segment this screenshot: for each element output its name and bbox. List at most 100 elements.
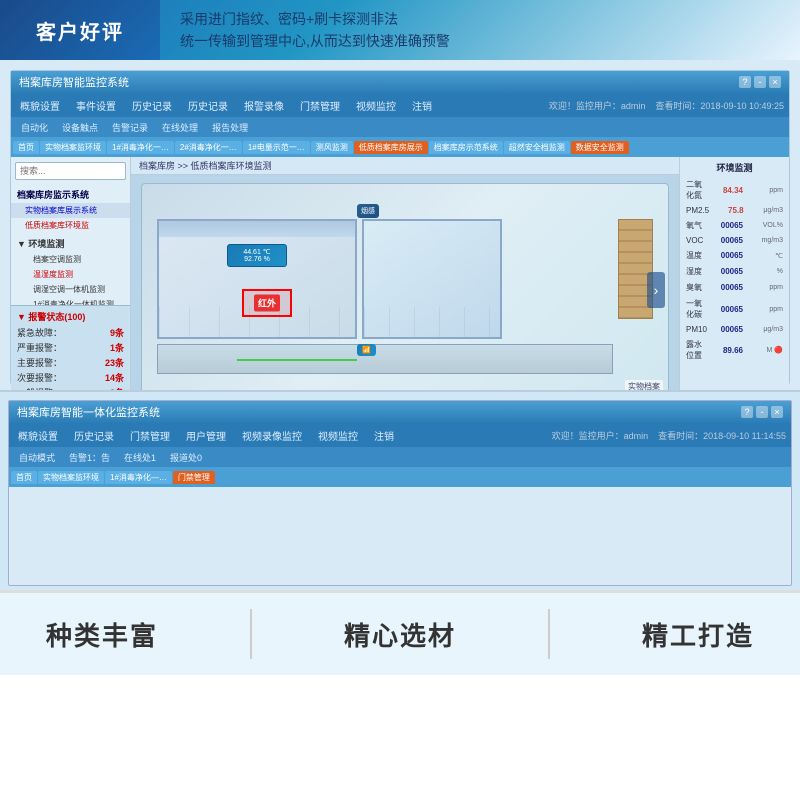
second-nav-online[interactable]: 在线处理 (157, 120, 203, 135)
tab-wind[interactable]: 测风监测 (311, 141, 353, 154)
main-content-1: 档案库房监示系统 实物档案库展示系统 低质档案库环境监 ▼ 环境监测 档案空调监… (11, 157, 789, 390)
close-button[interactable]: × (769, 76, 781, 88)
welcome-text: 欢迎！监控用户：admin (549, 101, 646, 111)
tab-archive-demo[interactable]: 档案库房示范系统 (429, 141, 503, 154)
second-nav-report[interactable]: 报告处理 (207, 120, 253, 135)
tree-item-purify1[interactable]: 1#消毒净化一体机监测 (11, 297, 130, 305)
sensor-temp[interactable]: 44.61 ℃ 92.76 % (227, 244, 287, 267)
nav-item-event[interactable]: 事件设置 (72, 98, 120, 113)
tree-item-archive-system[interactable]: 档案库房监示系统 (11, 186, 130, 203)
tab-purify2[interactable]: 2#消毒净化一… (175, 141, 242, 154)
env-label-ozone: 臭氧 (686, 282, 708, 293)
alert-label-serious: 严重报警： (17, 341, 62, 354)
breadcrumb-1: 档案库房 >> 低质档案库环境监测 (131, 157, 679, 175)
minimize-button-2[interactable]: - (756, 406, 768, 418)
monitor-section-2: 档案库房智能一体化监控系统 ? - × 概貌设置 历史记录 门禁管理 用户管理 … (0, 390, 800, 590)
tree-item-ac[interactable]: 档案空调监测 (11, 252, 130, 267)
bottom-banner: 种类丰富 精心选材 精工打造 (0, 590, 800, 675)
tab2-archive[interactable]: 实物档案监环境 (38, 471, 104, 484)
infrared-sensor[interactable]: 红外 (254, 295, 280, 312)
help-button-2[interactable]: ? (741, 406, 753, 418)
env-val-temp: 00065 (708, 251, 743, 260)
wifi-sensor[interactable]: 📶 (357, 344, 376, 356)
nav-item-door-mgmt[interactable]: 门禁管理 (296, 98, 344, 113)
minimize-button[interactable]: - (754, 76, 766, 88)
tab2-home[interactable]: 首页 (11, 471, 37, 484)
env-row-temp: 温度 00065 ℃ (684, 249, 785, 262)
banner-text: 采用进门指纹、密码+刷卡探测非法 统一传输到管理中心,从而达到快速准确预警 (160, 8, 800, 52)
tree-item-temp-hum[interactable]: 温湿度监测 (11, 267, 130, 282)
bottom-text-3: 精工打造 (642, 616, 754, 653)
window-controls-2[interactable]: ? - × (741, 406, 783, 418)
tree-item-env[interactable]: ▼ 环境监测 (11, 235, 130, 252)
env-label-pm10: PM10 (686, 325, 708, 334)
top-nav-1: 概貌设置 事件设置 历史记录 历史记录 报警录像 门禁管理 视频监控 注销 欢迎… (11, 93, 789, 117)
env-label-co2: 二氧化氮 (686, 179, 708, 201)
alert-row-major: 主要报警： 23条 (17, 355, 124, 370)
tab2-door-mgmt[interactable]: 门禁管理 (173, 471, 215, 484)
tree-item-low-archive[interactable]: 低质档案库环境监 (11, 218, 130, 233)
floorplan-3d: 44.61 ℃ 92.76 % 红外 烟感 (141, 183, 669, 390)
tab-security[interactable]: 超然安全档监测 (504, 141, 570, 154)
divider-1 (250, 609, 252, 659)
divider-2 (548, 609, 550, 659)
infrared-highlight: 红外 (242, 289, 292, 317)
help-button[interactable]: ? (739, 76, 751, 88)
alert-label-major: 主要报警： (17, 356, 62, 369)
second-nav2-report[interactable]: 报道处0 (165, 450, 207, 465)
alert-row-emergency: 紧急故障： 9条 (17, 325, 124, 340)
nav2-settings[interactable]: 概貌设置 (14, 428, 62, 443)
env-label-dew: 露水位置 (686, 339, 708, 361)
nav-item-history[interactable]: 历史记录 (128, 98, 176, 113)
nav-item-settings[interactable]: 概貌设置 (16, 98, 64, 113)
env-val-o2: 00065 (708, 221, 743, 230)
second-nav-auto[interactable]: 自动化 (16, 120, 53, 135)
left-hall (157, 219, 357, 339)
tab-low-archive[interactable]: 低质档案库房展示 (354, 141, 428, 154)
top-nav-info-2: 欢迎！监控用户：admin 查看时间：2018-09-10 11:14:55 (552, 429, 786, 442)
nav2-door[interactable]: 门禁管理 (126, 428, 174, 443)
env-row-ozone: 臭氧 00065 ppm (684, 281, 785, 294)
second-nav-alarm[interactable]: 告警记录 (107, 120, 153, 135)
nav-item-door[interactable]: 历史记录 (184, 98, 232, 113)
time-text: 查看时间：2018-09-10 10:49:25 (655, 101, 784, 111)
tab2-purify[interactable]: 1#消毒净化—… (105, 471, 172, 484)
alert-count-emergency: 9条 (110, 326, 124, 339)
tab-archive[interactable]: 实物档案监环境 (40, 141, 106, 154)
time-text-2: 查看时间：2018-09-10 11:14:55 (658, 431, 786, 441)
tree-item-physical[interactable]: 实物档案库展示系统 (11, 203, 130, 218)
env-unit-temp: ℃ (743, 252, 783, 260)
alert-count-major: 23条 (105, 356, 124, 369)
second-nav2-online[interactable]: 在线处1 (119, 450, 161, 465)
welcome-text-2: 欢迎！监控用户：admin (552, 431, 649, 441)
smoke-sensor[interactable]: 烟感 (357, 204, 379, 218)
tab-electric[interactable]: 1#电量示范一… (243, 141, 310, 154)
window-controls-1[interactable]: ? - × (739, 76, 781, 88)
sidebar-alerts: ▼ 报警状态(100) 紧急故障： 9条 严重报警： 1条 主要报警： 23条 (11, 305, 130, 390)
second-nav2-alarm[interactable]: 告警1：告 (64, 450, 115, 465)
env-label-hum: 湿度 (686, 266, 708, 277)
top-nav-info: 欢迎！监控用户：admin 查看时间：2018-09-10 10:49:25 (549, 99, 784, 112)
close-button-2[interactable]: × (771, 406, 783, 418)
nav2-user[interactable]: 用户管理 (182, 428, 230, 443)
tree-item-hum-ac[interactable]: 调湿空调一体机监测 (11, 282, 130, 297)
second-nav2-auto[interactable]: 自动模式 (14, 450, 60, 465)
nav-item-video[interactable]: 视频监控 (352, 98, 400, 113)
top-nav-2: 概貌设置 历史记录 门禁管理 用户管理 视频录像监控 视频监控 注销 欢迎！监控… (9, 423, 791, 447)
nav2-logout[interactable]: 注销 (370, 428, 398, 443)
nav-arrow-right[interactable]: › (647, 272, 665, 308)
window-title-2: 档案库房智能一体化监控系统 (17, 404, 160, 420)
alert-header: ▼ 报警状态(100) (17, 310, 124, 323)
search-input[interactable] (15, 162, 126, 180)
tab-purify1[interactable]: 1#消毒净化一… (107, 141, 174, 154)
nav2-video-rec[interactable]: 视频录像监控 (238, 428, 306, 443)
nav-item-logout[interactable]: 注销 (408, 98, 436, 113)
nav2-history[interactable]: 历史记录 (70, 428, 118, 443)
env-val-voc: 00065 (708, 236, 743, 245)
env-label-pm25: PM2.5 (686, 206, 709, 215)
tab-data-security[interactable]: 数据安全监测 (571, 141, 629, 154)
tab-home[interactable]: 首页 (13, 141, 39, 154)
second-nav-device[interactable]: 设备触点 (57, 120, 103, 135)
nav-item-alarm-rec[interactable]: 报警录像 (240, 98, 288, 113)
nav2-video[interactable]: 视频监控 (314, 428, 362, 443)
